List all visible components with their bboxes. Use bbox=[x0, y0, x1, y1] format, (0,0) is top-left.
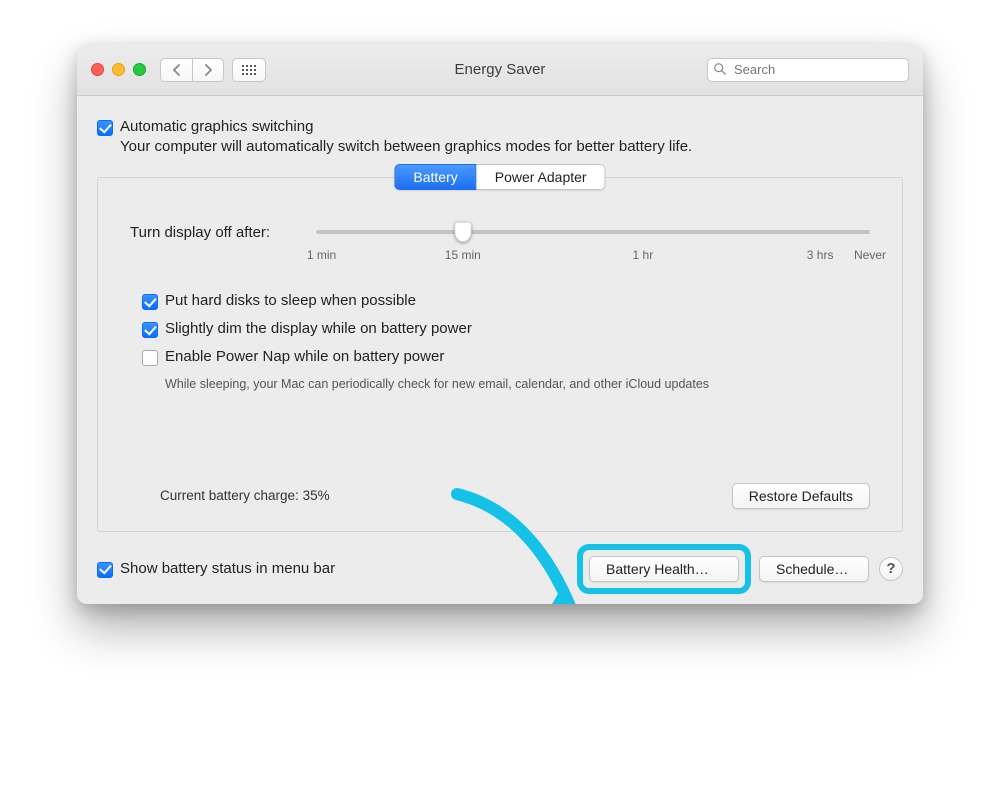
tab-battery[interactable]: Battery bbox=[394, 164, 476, 190]
dim-display-row: Slightly dim the display while on batter… bbox=[142, 320, 870, 338]
display-off-slider[interactable] bbox=[316, 222, 870, 242]
forward-button[interactable] bbox=[192, 58, 224, 82]
dim-display-checkbox[interactable] bbox=[142, 322, 158, 338]
power-nap-checkbox[interactable] bbox=[142, 350, 158, 366]
hard-disks-label: Put hard disks to sleep when possible bbox=[165, 292, 416, 309]
show-status-checkbox[interactable] bbox=[97, 562, 113, 578]
tick-never: Never bbox=[854, 248, 886, 262]
search-input[interactable] bbox=[707, 58, 909, 82]
tick-15min: 15 min bbox=[445, 248, 481, 262]
energy-saver-window: Energy Saver Automatic graphics switchin… bbox=[77, 44, 923, 604]
power-panel: Battery Power Adapter Turn display off a… bbox=[97, 177, 903, 532]
power-source-tabs: Battery Power Adapter bbox=[394, 164, 605, 190]
display-off-label: Turn display off after: bbox=[130, 224, 300, 241]
hard-disks-row: Put hard disks to sleep when possible bbox=[142, 292, 870, 310]
battery-health-button[interactable]: Battery Health… bbox=[589, 556, 739, 582]
nav-buttons bbox=[160, 58, 224, 82]
battery-charge-text: Current battery charge: 35% bbox=[160, 488, 330, 503]
auto-graphics-desc: Your computer will automatically switch … bbox=[120, 138, 903, 155]
power-nap-desc: While sleeping, your Mac can periodicall… bbox=[165, 376, 725, 393]
search-icon bbox=[713, 62, 727, 76]
slider-track bbox=[316, 230, 870, 234]
tick-1hr: 1 hr bbox=[633, 248, 654, 262]
auto-graphics-row: Automatic graphics switching bbox=[97, 118, 903, 136]
chevron-right-icon bbox=[203, 64, 213, 76]
auto-graphics-checkbox[interactable] bbox=[97, 120, 113, 136]
tick-1min: 1 min bbox=[307, 248, 336, 262]
slider-tick-labels: 1 min 15 min 1 hr 3 hrs Never bbox=[316, 248, 870, 264]
dim-display-label: Slightly dim the display while on batter… bbox=[165, 320, 472, 337]
slider-thumb[interactable] bbox=[454, 222, 471, 242]
grid-icon bbox=[242, 65, 256, 75]
back-button[interactable] bbox=[160, 58, 192, 82]
power-nap-label: Enable Power Nap while on battery power bbox=[165, 348, 444, 365]
tick-3hrs: 3 hrs bbox=[807, 248, 834, 262]
show-status-row: Show battery status in menu bar bbox=[97, 560, 335, 578]
titlebar: Energy Saver bbox=[77, 44, 923, 96]
help-button[interactable]: ? bbox=[879, 557, 903, 581]
restore-defaults-button[interactable]: Restore Defaults bbox=[732, 483, 870, 509]
close-window-button[interactable] bbox=[91, 63, 104, 76]
auto-graphics-label: Automatic graphics switching bbox=[120, 118, 313, 135]
hard-disks-checkbox[interactable] bbox=[142, 294, 158, 310]
power-nap-row: Enable Power Nap while on battery power bbox=[142, 348, 870, 366]
minimize-window-button[interactable] bbox=[112, 63, 125, 76]
chevron-left-icon bbox=[172, 64, 182, 76]
show-status-label: Show battery status in menu bar bbox=[120, 560, 335, 577]
schedule-button[interactable]: Schedule… bbox=[759, 556, 869, 582]
panel-footer: Current battery charge: 35% Restore Defa… bbox=[130, 483, 870, 509]
zoom-window-button[interactable] bbox=[133, 63, 146, 76]
tab-power-adapter[interactable]: Power Adapter bbox=[477, 164, 606, 190]
display-off-row: Turn display off after: bbox=[130, 222, 870, 242]
battery-options: Put hard disks to sleep when possible Sl… bbox=[142, 292, 870, 393]
window-controls bbox=[91, 63, 146, 76]
show-all-button[interactable] bbox=[232, 58, 266, 82]
preferences-body: Automatic graphics switching Your comput… bbox=[77, 96, 923, 604]
bottom-row: Show battery status in menu bar Battery … bbox=[97, 556, 903, 582]
